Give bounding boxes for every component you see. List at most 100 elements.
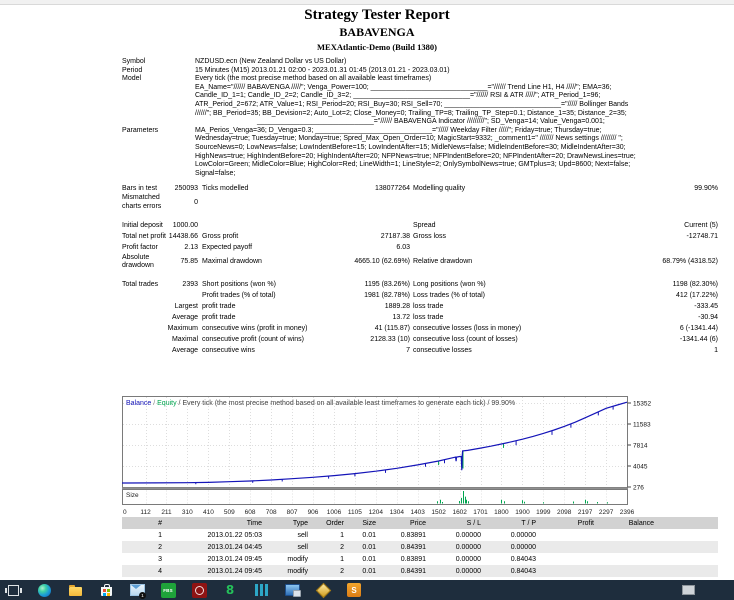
stat-value: 412 (17.22%): [675, 291, 718, 299]
stat-value: 7: [406, 346, 410, 354]
green-8-app-icon[interactable]: 8: [222, 582, 238, 598]
stat-label: consecutive wins (profit in money): [202, 324, 308, 332]
fbs-app-icon-glyph: FBS: [160, 582, 176, 598]
stat-group: Average: [122, 347, 198, 356]
orange-app-icon[interactable]: S: [346, 582, 362, 598]
gold-diamond-app-icon[interactable]: [315, 582, 331, 598]
stat-group: Bars in test 250093: [122, 185, 198, 194]
stat-value: 0: [194, 198, 198, 206]
table-cell: [658, 553, 718, 565]
stat-group: Expected payoff 6.03: [202, 244, 410, 253]
stat-value: Maximum: [167, 324, 198, 332]
stat-value: 1195 (83.26%): [364, 280, 410, 288]
stat-label: Maximal drawdown: [202, 257, 262, 265]
summary-stats: Bars in test 250093 Ticks modelled 13807726…: [122, 183, 718, 356]
stat-row: Profit factor 2.13 Expected payoff 6.03: [122, 243, 718, 254]
table-cell: [598, 541, 658, 553]
table-cell: 0.01: [362, 531, 376, 539]
svg-text:1701: 1701: [473, 509, 488, 516]
table-cell: [658, 565, 718, 577]
stat-value: 2393: [182, 280, 198, 288]
table-cell: 2013.01.24 09:45: [207, 555, 263, 563]
stat-group: Long positions (won %) 1198 (82.30%): [413, 281, 718, 290]
info-row: Symbol NZDUSD.ecn (New Zealand Dollar vs …: [122, 58, 718, 67]
stat-label: profit trade: [202, 313, 236, 321]
svg-text:608: 608: [245, 509, 256, 516]
parameter-line: MA_Perios_Venga=36; D_Venga=0.3; _______…: [195, 126, 602, 134]
parameter-line: LowColor=Green; MidleColor=Blue; HighCol…: [195, 161, 631, 169]
svg-text:1304: 1304: [390, 509, 405, 516]
stat-label: loss trade: [413, 313, 444, 321]
microsoft-store-icon[interactable]: [98, 582, 114, 598]
stat-group: Gross loss -12748.71: [413, 233, 718, 242]
stat-label: Expected payoff: [202, 243, 253, 251]
stat-value: 6.03: [396, 243, 410, 251]
teal-bars-app-icon[interactable]: [253, 582, 269, 598]
stat-value: Maximal: [171, 335, 198, 343]
red-app-icon[interactable]: [191, 582, 207, 598]
stat-group: Modelling quality 99.90%: [413, 185, 718, 194]
stat-value: Average: [172, 346, 198, 354]
table-cell: 3: [158, 555, 162, 563]
table-cell: 0.84043: [510, 555, 536, 563]
fbs-app-icon[interactable]: FBS: [160, 582, 176, 598]
app-label: FBS: [163, 587, 173, 593]
table-cell: 0.84391: [380, 541, 430, 553]
column-header: #: [122, 517, 166, 529]
stat-group: Total trades 2393: [122, 281, 198, 290]
svg-text:1999: 1999: [536, 509, 551, 516]
server-build: MEXAtlantic-Demo (Build 1380): [317, 42, 437, 52]
stat-row: Initial deposit 1000.00 Spread Current (5): [122, 221, 718, 232]
column-header: Size: [348, 517, 380, 529]
stat-value: Current (5): [684, 221, 718, 229]
app-label: 8: [225, 583, 235, 597]
table-cell: modify: [287, 555, 308, 563]
stat-group: Spread Current (5): [413, 222, 718, 231]
stat-row: Maximal consecutive profit (count of wins…: [122, 335, 718, 346]
stat-label: loss trade: [413, 302, 444, 310]
parameter-line: HighNews=true; HighIndentBefore=20; High…: [195, 152, 636, 160]
table-cell: 0.83891: [400, 531, 426, 539]
table-cell: 0.83891: [400, 555, 426, 563]
table-cell: [540, 565, 598, 577]
stat-label: Mismatched charts errors: [122, 194, 162, 210]
stat-value: 75.85: [180, 257, 198, 265]
column-header: Price: [380, 517, 430, 529]
notification-badge: 1: [139, 592, 146, 599]
table-cell: 0.01: [362, 555, 376, 563]
tray-chart-icon[interactable]: [680, 582, 696, 598]
mail-icon[interactable]: 1: [129, 582, 146, 599]
stat-group: Profit factor 2.13: [122, 244, 198, 253]
table-cell: 0.00000: [455, 531, 481, 539]
task-view-icon[interactable]: [4, 582, 22, 598]
stat-label: Gross loss: [413, 232, 447, 240]
parameter-line: Wednesday=true; Tuesday=true; Monday=tru…: [195, 135, 623, 143]
column-header: Balance: [598, 517, 658, 529]
green-8-app-icon-glyph: 8: [226, 583, 234, 597]
table-cell: 0.84391: [380, 565, 430, 577]
stat-label: Long positions (won %): [413, 280, 486, 288]
svg-text:410: 410: [203, 509, 214, 516]
parameter-line: //////"; BB_Period=35; BB_Devision=2; Au…: [195, 109, 627, 117]
balance-equity-chart: Balance / Equity / Every tick (the most …: [121, 396, 732, 517]
stat-group: Largest: [122, 303, 198, 312]
stat-label: consecutive losses (loss in money): [413, 324, 522, 332]
remote-desktop-app-icon[interactable]: [284, 582, 301, 598]
stat-label: Total net profit: [122, 232, 166, 240]
table-cell: 0.00000: [510, 531, 536, 539]
stat-label: consecutive profit (count of wins): [202, 335, 304, 343]
edge-browser-icon[interactable]: [36, 582, 52, 598]
parameter-line: Candle_ID_1=1; Candle_ID_2=2; Candle_ID_…: [195, 92, 601, 100]
stat-label: Absolute drawdown: [122, 253, 154, 270]
balance-equity-chart-svg: Balance / Equity / Every tick (the most …: [121, 396, 651, 516]
table-cell: modify: [266, 565, 312, 577]
file-explorer-icon[interactable]: [67, 582, 83, 598]
svg-text:112: 112: [140, 509, 151, 516]
column-header: Time: [166, 517, 266, 529]
stat-row: Average profit trade 13.72 loss trade -30.94: [122, 313, 718, 324]
stat-group: Absolute drawdown 75.85: [122, 254, 198, 271]
svg-text:2297: 2297: [599, 509, 614, 516]
stat-value: -333.45: [694, 302, 718, 310]
